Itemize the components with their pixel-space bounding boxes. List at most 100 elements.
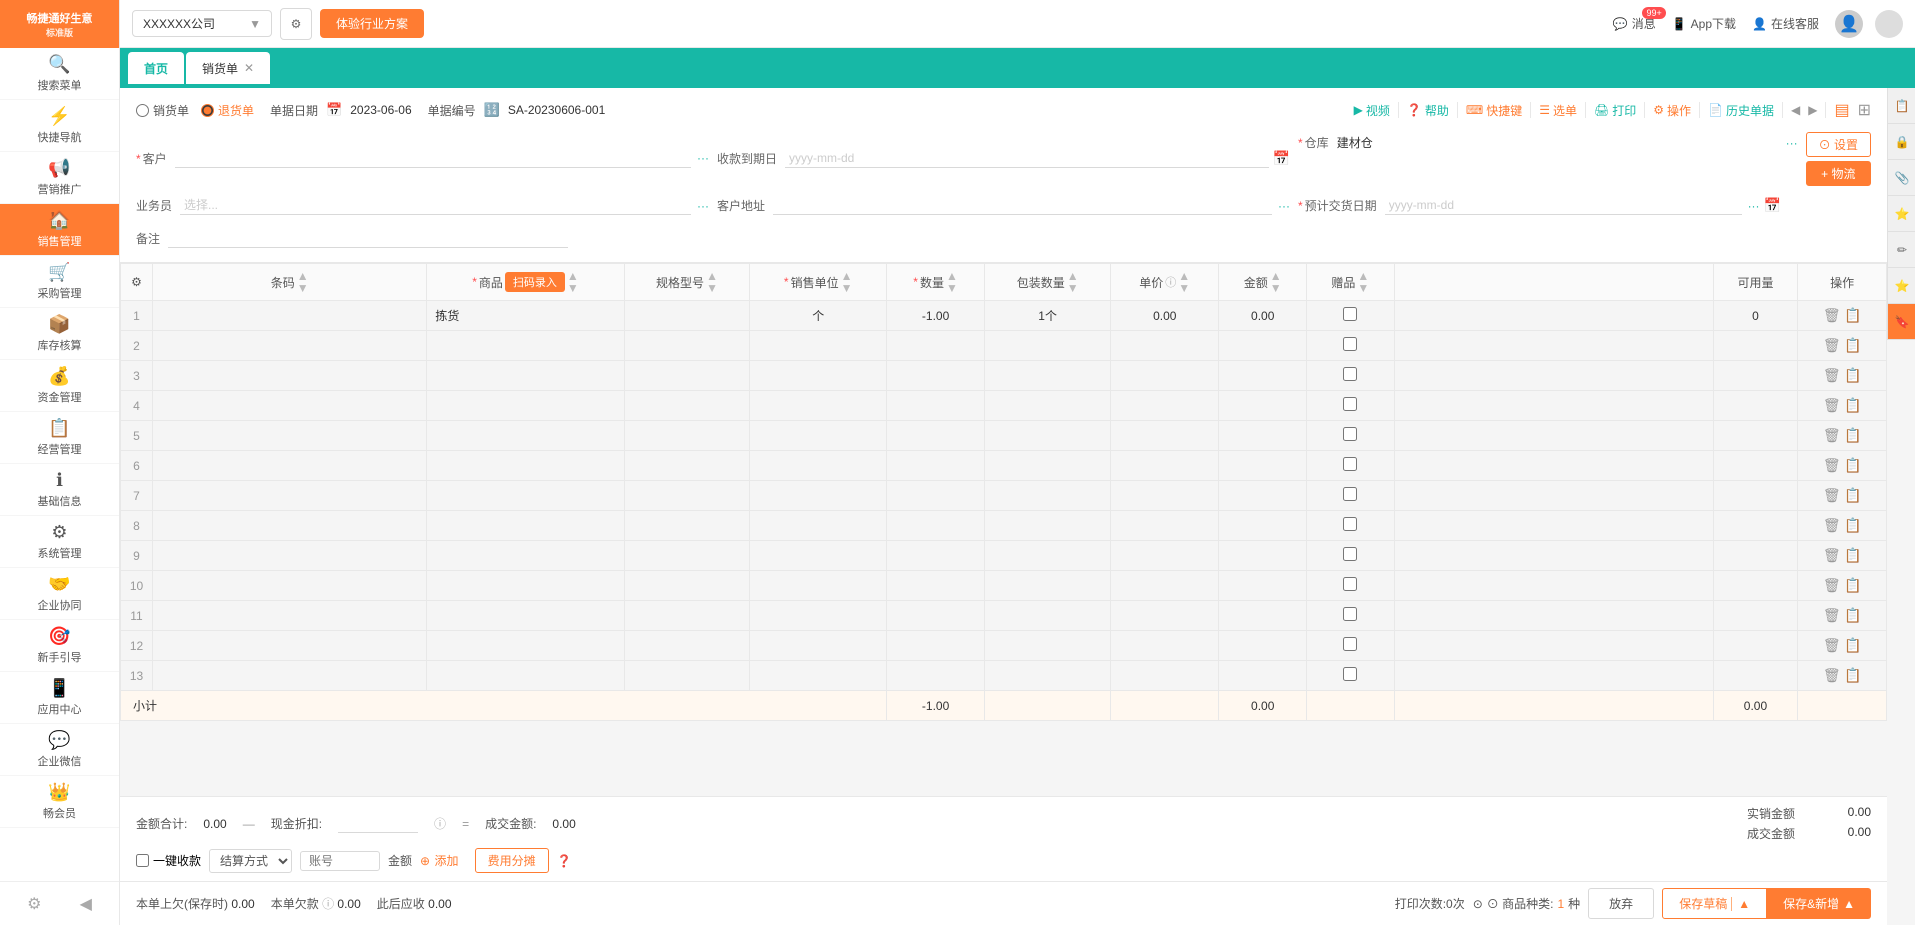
tab-home[interactable]: 首页: [128, 52, 184, 84]
cell-unit-5[interactable]: [750, 451, 887, 481]
cell-unit-6[interactable]: [750, 481, 887, 511]
collapse-icon[interactable]: ◀: [80, 894, 92, 914]
cell-pkg-qty-10[interactable]: [985, 601, 1111, 631]
print-btn[interactable]: 🖨 打印: [1594, 102, 1636, 119]
cell-pkg-qty-11[interactable]: [985, 631, 1111, 661]
expected-ellipsis[interactable]: ···: [1748, 199, 1760, 213]
cell-goods-3[interactable]: [427, 391, 624, 421]
barcode-input-6[interactable]: [161, 489, 418, 503]
copy-btn-2[interactable]: 📋: [1844, 367, 1861, 384]
cell-unit-12[interactable]: [750, 661, 887, 691]
sidebar-item-inventory[interactable]: 📦 库存核算: [0, 308, 119, 360]
cell-price-6[interactable]: [1111, 481, 1219, 511]
cell-goods-9[interactable]: [427, 571, 624, 601]
amount-sort[interactable]: ▲▼: [1270, 270, 1282, 294]
cell-spec-9[interactable]: [624, 571, 750, 601]
discount-help-icon[interactable]: ⓘ: [434, 815, 446, 832]
addr-ellipsis[interactable]: ···: [1278, 199, 1290, 213]
user-avatar2[interactable]: [1875, 10, 1903, 38]
scan-btn[interactable]: 扫码录入: [505, 272, 565, 292]
cell-qty-1[interactable]: [886, 331, 984, 361]
cell-gift-11[interactable]: [1307, 631, 1395, 661]
cell-gift-6[interactable]: [1307, 481, 1395, 511]
delete-btn-9[interactable]: 🗑: [1823, 577, 1841, 594]
cell-qty-12[interactable]: [886, 661, 984, 691]
sidebar-item-purchase[interactable]: 🛒 采购管理: [0, 256, 119, 308]
cell-gift-3[interactable]: [1307, 391, 1395, 421]
user-avatar[interactable]: 👤: [1835, 10, 1863, 38]
cell-spec-1[interactable]: [624, 331, 750, 361]
cell-pkg-qty-9[interactable]: [985, 571, 1111, 601]
cell-amount-10[interactable]: [1219, 601, 1307, 631]
cell-goods-10[interactable]: [427, 601, 624, 631]
barcode-input-0[interactable]: [161, 309, 418, 323]
cell-spec-10[interactable]: [624, 601, 750, 631]
copy-btn-11[interactable]: 📋: [1844, 637, 1861, 654]
sidebar-item-sales[interactable]: 🏠 销售管理: [0, 204, 119, 256]
cell-qty-10[interactable]: [886, 601, 984, 631]
cell-qty-3[interactable]: [886, 391, 984, 421]
tab-sale-order[interactable]: 销货单 ✕: [186, 52, 270, 84]
cell-amount-7[interactable]: [1219, 511, 1307, 541]
cell-qty-8[interactable]: [886, 541, 984, 571]
delete-btn-1[interactable]: 🗑: [1823, 337, 1841, 354]
cash-discount-input[interactable]: [338, 814, 418, 833]
cell-price-1[interactable]: [1111, 331, 1219, 361]
sidebar-item-appstore[interactable]: 📱 应用中心: [0, 672, 119, 724]
cell-gift-9[interactable]: [1307, 571, 1395, 601]
calc-method-select[interactable]: 结算方式: [209, 849, 292, 873]
cell-price-8[interactable]: [1111, 541, 1219, 571]
overdue-help-icon[interactable]: ⓘ: [322, 897, 334, 911]
message-btn[interactable]: 💬 消息 99+: [1613, 15, 1656, 32]
cell-spec-0[interactable]: [624, 301, 750, 331]
cell-spec-6[interactable]: [624, 481, 750, 511]
sidebar-item-member[interactable]: 👑 畅会员: [0, 776, 119, 828]
gift-checkbox-12[interactable]: [1343, 667, 1357, 681]
cell-spec-4[interactable]: [624, 421, 750, 451]
cell-goods-11[interactable]: [427, 631, 624, 661]
gift-checkbox-1[interactable]: [1343, 337, 1357, 351]
salesperson-input[interactable]: [180, 196, 691, 215]
cell-pkg-qty-1[interactable]: [985, 331, 1111, 361]
gift-sort[interactable]: ▲▼: [1357, 270, 1369, 294]
cell-price-7[interactable]: [1111, 511, 1219, 541]
cell-goods-8[interactable]: [427, 541, 624, 571]
cell-pkg-qty-12[interactable]: [985, 661, 1111, 691]
cell-qty-9[interactable]: [886, 571, 984, 601]
qty-sort[interactable]: ▲▼: [946, 270, 958, 294]
payment-due-input[interactable]: [785, 149, 1269, 168]
settings-right-btn[interactable]: ⊙ 设置: [1806, 132, 1871, 157]
gift-checkbox-7[interactable]: [1343, 517, 1357, 531]
cell-price-0[interactable]: 0.00: [1111, 301, 1219, 331]
cell-barcode-12[interactable]: [153, 661, 427, 691]
customer-ellipsis[interactable]: ···: [697, 151, 709, 165]
delete-btn-6[interactable]: 🗑: [1823, 487, 1841, 504]
spec-sort[interactable]: ▲▼: [706, 270, 718, 294]
settings-bottom-icon[interactable]: ⚙: [27, 894, 41, 914]
cell-unit-4[interactable]: [750, 421, 887, 451]
sidebar-item-guide[interactable]: 🎯 新手引导: [0, 620, 119, 672]
one-click-pay-label[interactable]: 一键收款: [136, 852, 201, 869]
cell-barcode-1[interactable]: [153, 331, 427, 361]
cell-goods-7[interactable]: [427, 511, 624, 541]
cell-price-11[interactable]: [1111, 631, 1219, 661]
copy-btn-9[interactable]: 📋: [1844, 577, 1861, 594]
cell-barcode-6[interactable]: [153, 481, 427, 511]
rfs-item-1[interactable]: 📋: [1888, 88, 1915, 124]
delete-btn-12[interactable]: 🗑: [1823, 667, 1841, 684]
cell-goods-6[interactable]: [427, 481, 624, 511]
cell-gift-12[interactable]: [1307, 661, 1395, 691]
calendar3-icon[interactable]: 📅: [1764, 197, 1781, 214]
delete-btn-11[interactable]: 🗑: [1823, 637, 1841, 654]
video-btn[interactable]: ▶ 视频: [1354, 102, 1390, 119]
save-draft-btn[interactable]: 保存草稿 ▲: [1662, 888, 1767, 919]
sidebar-item-wechat[interactable]: 💬 企业微信: [0, 724, 119, 776]
cell-unit-0[interactable]: 个: [750, 301, 887, 331]
cell-barcode-7[interactable]: [153, 511, 427, 541]
cell-gift-2[interactable]: [1307, 361, 1395, 391]
save-new-caret-icon[interactable]: ▲: [1843, 897, 1855, 911]
barcode-input-9[interactable]: [161, 579, 418, 593]
cell-pkg-qty-7[interactable]: [985, 511, 1111, 541]
gift-checkbox-11[interactable]: [1343, 637, 1357, 651]
gift-checkbox-9[interactable]: [1343, 577, 1357, 591]
